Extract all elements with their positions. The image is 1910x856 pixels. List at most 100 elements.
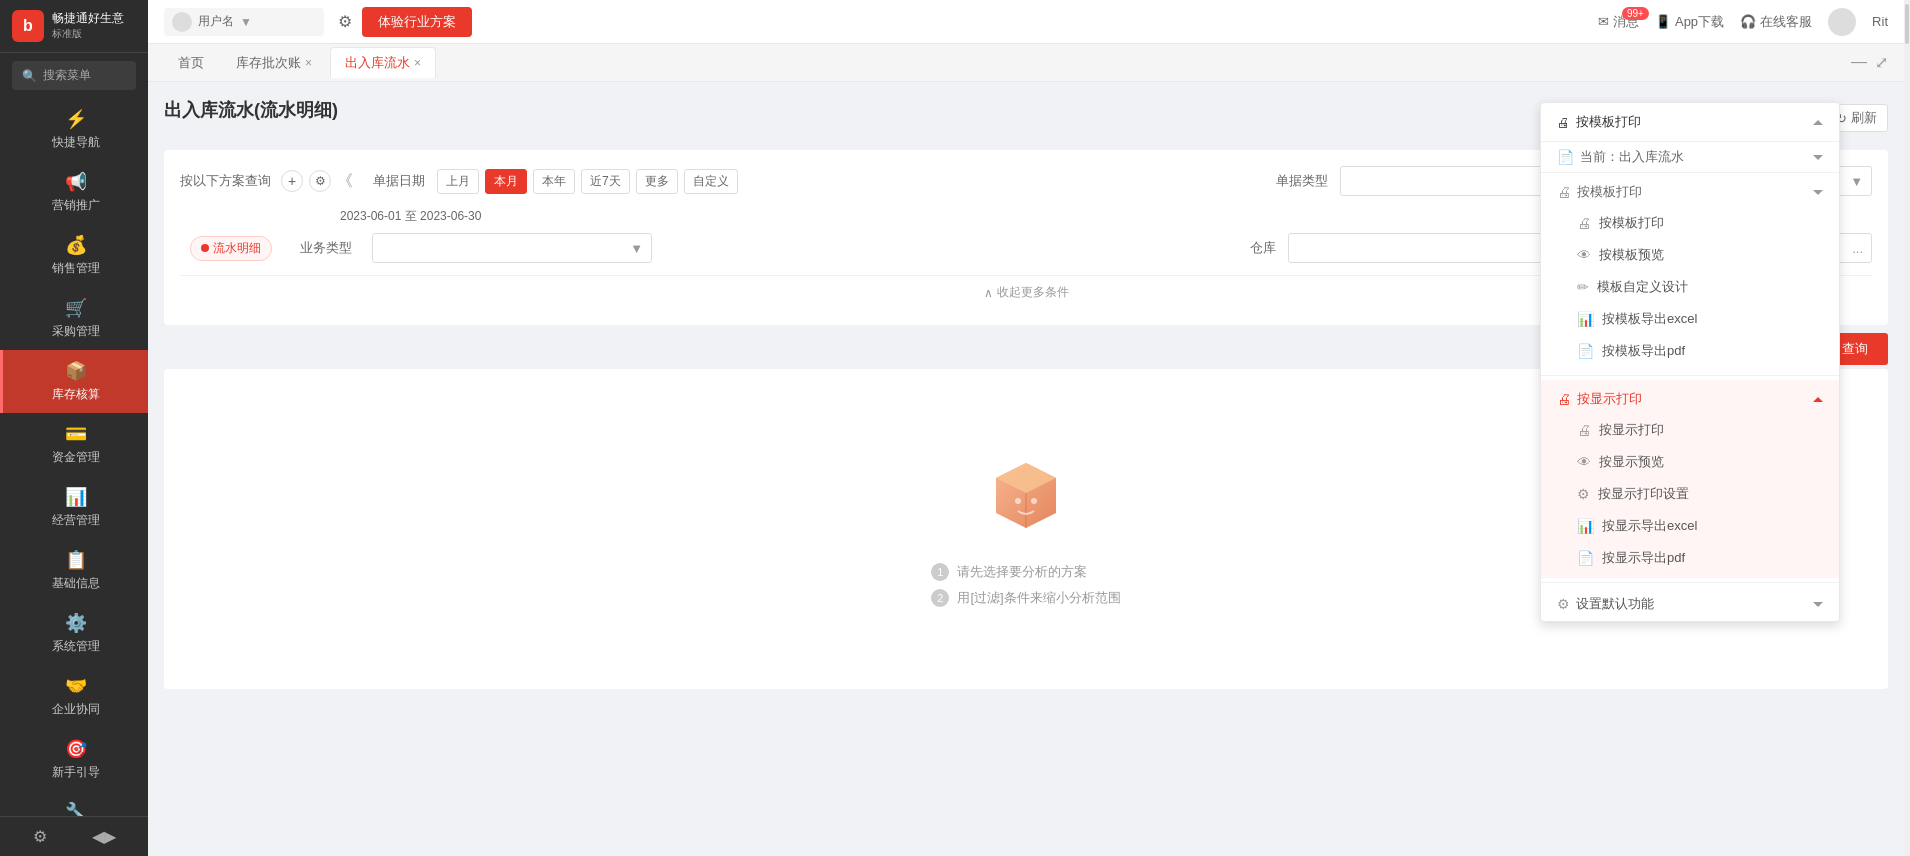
- dropdown-title: 🖨 按模板打印: [1557, 113, 1641, 131]
- sidebar-settings-icon[interactable]: ⚙: [33, 827, 47, 846]
- dropdown-item-display-pdf[interactable]: 📄 按显示导出pdf: [1541, 542, 1839, 574]
- scrollbar-thumb[interactable]: [1905, 4, 1909, 44]
- default-function-icon: ⚙: [1557, 596, 1570, 612]
- message-button[interactable]: ✉ 消息 99+: [1598, 13, 1639, 31]
- app-tag: 标准版: [52, 27, 124, 41]
- dropdown-toggle-icon[interactable]: [1813, 120, 1823, 125]
- dropdown-item-template-design[interactable]: ✏ 模板自定义设计: [1541, 271, 1839, 303]
- filter-settings-button[interactable]: ⚙: [309, 170, 331, 192]
- avatar[interactable]: [1828, 8, 1856, 36]
- date-filter: 上月 本月 本年 近7天 更多 自定义: [437, 169, 738, 194]
- sidebar-search-area[interactable]: 🔍 搜索菜单: [0, 53, 148, 98]
- current-icon: 📄: [1557, 149, 1574, 165]
- date-btn-more[interactable]: 更多: [636, 169, 678, 194]
- dropdown-item-display-settings[interactable]: ⚙ 按显示打印设置: [1541, 478, 1839, 510]
- sidebar-item-apps[interactable]: 🔧 应用中心: [0, 791, 148, 816]
- user-avatar-small: [172, 12, 192, 32]
- filter-collapse-icon[interactable]: 《: [337, 171, 353, 192]
- purchase-icon: 🛒: [65, 297, 87, 319]
- operation-icon: 📊: [65, 486, 87, 508]
- empty-state-icon: [976, 443, 1076, 543]
- date-btn-this-year[interactable]: 本年: [533, 169, 575, 194]
- current-chevron-icon[interactable]: [1813, 155, 1823, 160]
- online-service-button[interactable]: 🎧 在线客服: [1740, 13, 1812, 31]
- biz-type-field[interactable]: ▼: [372, 233, 652, 263]
- display-section-chevron[interactable]: [1813, 397, 1823, 402]
- online-service-label: 在线客服: [1760, 13, 1812, 31]
- sidebar-item-purchase-label: 采购管理: [52, 323, 100, 340]
- display-settings-label: 按显示打印设置: [1598, 485, 1823, 503]
- tab-inventory-flow[interactable]: 出入库流水 ×: [330, 47, 436, 78]
- inventory-icon: 📦: [65, 360, 87, 382]
- app-name: 畅捷通好生意: [52, 11, 124, 27]
- print-item-icon: 🖨: [1577, 215, 1591, 231]
- date-btn-7days[interactable]: 近7天: [581, 169, 630, 194]
- display-section-text: 按显示打印: [1577, 390, 1642, 408]
- sidebar-item-marketing[interactable]: 📢 营销推广: [0, 161, 148, 224]
- design-item-icon: ✏: [1577, 279, 1589, 295]
- dropdown-item-template-print[interactable]: 🖨 按模板打印: [1541, 207, 1839, 239]
- display-print-section-header[interactable]: 🖨 按显示打印: [1541, 384, 1839, 414]
- app-download-button[interactable]: 📱 App下载: [1655, 13, 1724, 31]
- svg-point-3: [1015, 498, 1021, 504]
- sidebar-item-shortcut[interactable]: ⚡ 快捷导航: [0, 98, 148, 161]
- tab-maximize-icon[interactable]: ⤢: [1875, 53, 1888, 72]
- default-function-chevron[interactable]: [1813, 602, 1823, 607]
- current-selection-row: 📄 当前：出入库流水: [1541, 142, 1839, 173]
- chevron-down-icon: ▼: [240, 15, 252, 29]
- tab-batch-account-label: 库存批次账: [236, 54, 301, 72]
- default-function-row[interactable]: ⚙ 设置默认功能: [1541, 587, 1839, 621]
- chevron-down-icon-2: ▼: [1850, 174, 1863, 189]
- trial-button[interactable]: 体验行业方案: [362, 7, 472, 37]
- sidebar-nav: ⚡ 快捷导航 📢 营销推广 💰 销售管理 🛒 采购管理 📦 库存核算 💳 资金管…: [0, 98, 148, 816]
- empty-step-2: 2 用[过滤]条件来缩小分析范围: [931, 589, 1120, 607]
- sidebar-item-system[interactable]: ⚙️ 系统管理: [0, 602, 148, 665]
- warehouse-label: 仓库: [1250, 239, 1276, 257]
- tab-batch-account[interactable]: 库存批次账 ×: [222, 48, 326, 78]
- sidebar-item-finance-label: 资金管理: [52, 449, 100, 466]
- settings-gear-icon[interactable]: ⚙: [338, 12, 352, 31]
- template-print-section-header[interactable]: 🖨 按模板打印: [1541, 177, 1839, 207]
- date-btn-this-month[interactable]: 本月: [485, 169, 527, 194]
- sidebar-item-shortcut-label: 快捷导航: [52, 134, 100, 151]
- sidebar-item-sales[interactable]: 💰 销售管理: [0, 224, 148, 287]
- filter-tag-label: 流水明细: [213, 240, 261, 257]
- sidebar-item-inventory[interactable]: 📦 库存核算: [0, 350, 148, 413]
- sidebar-item-purchase[interactable]: 🛒 采购管理: [0, 287, 148, 350]
- dropdown-item-display-print[interactable]: 🖨 按显示打印: [1541, 414, 1839, 446]
- dropdown-title-text: 按模板打印: [1576, 113, 1641, 131]
- template-section-chevron[interactable]: [1813, 190, 1823, 195]
- sidebar-item-finance[interactable]: 💳 资金管理: [0, 413, 148, 476]
- sidebar-item-inventory-label: 库存核算: [52, 386, 100, 403]
- search-icon: 🔍: [22, 69, 37, 83]
- date-btn-custom[interactable]: 自定义: [684, 169, 738, 194]
- dropdown-item-display-excel[interactable]: 📊 按显示导出excel: [1541, 510, 1839, 542]
- display-excel-icon: 📊: [1577, 518, 1594, 534]
- filter-add-button[interactable]: +: [281, 170, 303, 192]
- user-selector[interactable]: 用户名 ▼: [164, 8, 324, 36]
- tab-minimize-icon[interactable]: —: [1851, 53, 1867, 72]
- search-menu-button[interactable]: 🔍 搜索菜单: [12, 61, 136, 90]
- sidebar-item-operation[interactable]: 📊 经营管理: [0, 476, 148, 539]
- dropdown-item-template-preview[interactable]: 👁 按模板预览: [1541, 239, 1839, 271]
- sidebar-item-newbie[interactable]: 🎯 新手引导: [0, 728, 148, 791]
- display-pdf-label: 按显示导出pdf: [1602, 549, 1823, 567]
- tab-batch-close-icon[interactable]: ×: [305, 56, 312, 70]
- dropdown-item-display-preview[interactable]: 👁 按显示预览: [1541, 446, 1839, 478]
- right-scrollbar[interactable]: [1904, 0, 1910, 856]
- logo-icon: b: [12, 10, 44, 42]
- date-btn-last-month[interactable]: 上月: [437, 169, 479, 194]
- date-filter-label: 单据日期: [373, 172, 425, 190]
- pdf-item-icon: 📄: [1577, 343, 1594, 359]
- dropdown-item-template-excel[interactable]: 📊 按模板导出excel: [1541, 303, 1839, 335]
- sidebar-item-coop[interactable]: 🤝 企业协同: [0, 665, 148, 728]
- warehouse-more-btn[interactable]: ...: [1852, 241, 1863, 256]
- doc-type-label: 单据类型: [1276, 172, 1328, 190]
- tab-home[interactable]: 首页: [164, 48, 218, 78]
- dropdown-item-template-pdf[interactable]: 📄 按模板导出pdf: [1541, 335, 1839, 367]
- sidebar-item-basic[interactable]: 📋 基础信息: [0, 539, 148, 602]
- sidebar-collapse-icon[interactable]: ◀▶: [92, 827, 116, 846]
- tab-inventory-flow-close-icon[interactable]: ×: [414, 56, 421, 70]
- refresh-label: 刷新: [1851, 109, 1877, 127]
- page-title: 出入库流水(流水明细): [164, 98, 338, 122]
